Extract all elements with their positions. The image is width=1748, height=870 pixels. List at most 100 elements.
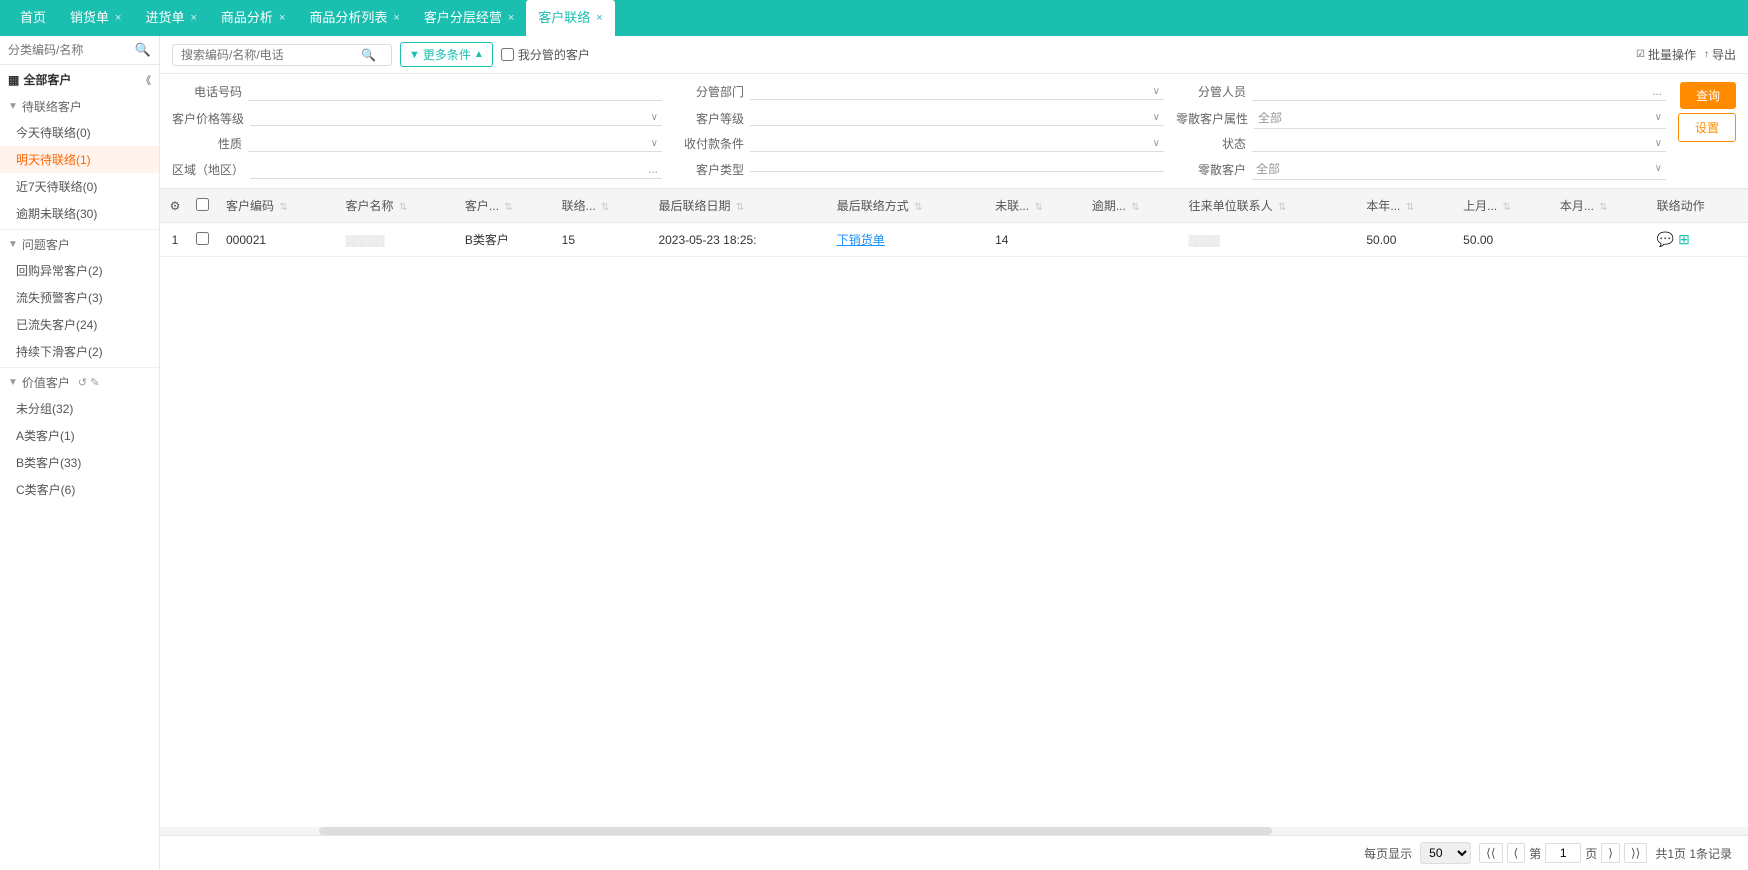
last-page-btn[interactable]: ⟩⟩	[1624, 843, 1647, 863]
col-this-month[interactable]: 本月... ⇅	[1554, 189, 1651, 223]
dept-select[interactable]: ∨	[750, 84, 1164, 100]
sidebar-item-a-class[interactable]: A类客户(1)	[0, 422, 159, 449]
col-overdue[interactable]: 逾期... ⇅	[1086, 189, 1183, 223]
sidebar-item-tomorrow[interactable]: 明天待联络(1)	[0, 146, 159, 173]
sidebar-search-wrap: 🔍	[0, 36, 159, 65]
type-sort-icon: ⇅	[504, 202, 512, 213]
sidebar-value-header[interactable]: ▼ 价值客户 ↺ ✎	[0, 370, 159, 395]
nature-select[interactable]: ∨	[248, 136, 662, 152]
sidebar-all-customer[interactable]: ▦ 全部客户 《	[0, 65, 159, 94]
search-input[interactable]	[181, 48, 361, 62]
sidebar-item-today[interactable]: 今天待联络(0)	[0, 119, 159, 146]
scroll-bar-inner[interactable]	[319, 827, 1272, 835]
search-icon[interactable]: 🔍	[361, 48, 376, 62]
select-all-checkbox[interactable]	[196, 198, 209, 211]
col-contact-person[interactable]: 往来单位联系人 ⇅	[1183, 189, 1361, 223]
filter-nature: 性质 ∨	[172, 135, 662, 152]
filter-row-4: 区域（地区） ... 客户类型	[172, 158, 1666, 180]
person-dots-icon: ...	[1652, 84, 1662, 98]
sidebar-item-b-class[interactable]: B类客户(33)	[0, 449, 159, 476]
col-customer-type[interactable]: 客户... ⇅	[459, 189, 556, 223]
col-unlink[interactable]: 未联... ⇅	[989, 189, 1086, 223]
next-page-btn[interactable]: ⟩	[1601, 843, 1620, 863]
count-sort-icon: ⇅	[601, 202, 609, 213]
pay-cond-select[interactable]: ∨	[750, 136, 1164, 152]
col-year-amount[interactable]: 本年... ⇅	[1360, 189, 1457, 223]
code-sort-icon: ⇅	[279, 202, 287, 213]
nav-purchase[interactable]: 进货单 ×	[133, 0, 208, 36]
close-analysis-list-icon[interactable]: ×	[393, 0, 399, 36]
col-last-method[interactable]: 最后联络方式 ⇅	[831, 189, 989, 223]
qr-icon[interactable]: ⊞	[1678, 231, 1690, 248]
nav-home[interactable]: 首页	[8, 0, 58, 36]
filter-btn[interactable]: ▼ 更多条件 ▲	[400, 42, 493, 67]
sidebar-search-input[interactable]	[8, 43, 135, 57]
nav-customer-contact[interactable]: 客户联络 ×	[526, 0, 614, 36]
reset-button[interactable]: 设置	[1678, 113, 1736, 142]
customer-type-select[interactable]	[750, 167, 1164, 172]
nav-analysis[interactable]: 商品分析 ×	[209, 0, 297, 36]
sidebar-item-ungroup[interactable]: 未分组(32)	[0, 395, 159, 422]
sidebar-search-icon[interactable]: 🔍	[135, 42, 151, 58]
close-purchase-icon[interactable]: ×	[190, 0, 196, 36]
sidebar-item-repurchase[interactable]: 回购异常客户(2)	[0, 257, 159, 284]
row-checkbox[interactable]	[196, 232, 209, 245]
filter-actions: 查询 设置	[1678, 82, 1736, 180]
scroll-bar-area	[160, 827, 1748, 835]
sidebar-item-c-class[interactable]: C类客户(6)	[0, 476, 159, 503]
customer-grade-select[interactable]: ∨	[750, 110, 1164, 126]
col-code[interactable]: 客户编码 ⇅	[220, 189, 339, 223]
filter-customer-type: 客户类型	[674, 161, 1164, 178]
chat-icon[interactable]: 💬	[1657, 231, 1674, 248]
close-customer-layer-icon[interactable]: ×	[508, 0, 514, 36]
filter-pay-cond: 收付款条件 ∨	[674, 135, 1164, 152]
per-page-select[interactable]: 50 100 200	[1420, 842, 1471, 864]
close-customer-contact-icon[interactable]: ×	[596, 0, 602, 36]
col-name[interactable]: 客户名称 ⇅	[339, 189, 458, 223]
person-select[interactable]: ...	[1252, 82, 1666, 101]
batch-op-btn[interactable]: ☑ 批量操作	[1636, 46, 1696, 63]
retail-attr-select[interactable]: 全部 ∨	[1254, 107, 1666, 129]
nav-customer-layer[interactable]: 客户分层经营 ×	[412, 0, 526, 36]
export-btn[interactable]: ↑ 导出	[1704, 46, 1736, 63]
date-sort-icon: ⇅	[736, 202, 744, 213]
area-select[interactable]: ...	[250, 160, 662, 179]
col-last-month[interactable]: 上月... ⇅	[1457, 189, 1554, 223]
sidebar-item-declining[interactable]: 持续下滑客户(2)	[0, 338, 159, 365]
prev-page-btn[interactable]: ⟨	[1507, 843, 1526, 863]
page-nav: ⟨⟨ ⟨ 第 页 ⟩ ⟩⟩	[1479, 843, 1647, 863]
nav-sales[interactable]: 销货单 ×	[58, 0, 133, 36]
thismonth-sort-icon: ⇅	[1599, 202, 1607, 213]
close-analysis-icon[interactable]: ×	[279, 0, 285, 36]
sidebar-pending-header[interactable]: ▼ 待联络客户	[0, 94, 159, 119]
col-contact-count[interactable]: 联络... ⇅	[556, 189, 653, 223]
close-sales-icon[interactable]: ×	[115, 0, 121, 36]
price-grade-arrow-icon: ∨	[651, 112, 658, 123]
method-sort-icon: ⇅	[914, 202, 922, 213]
my-customer-check[interactable]: 我分管的客户	[501, 46, 590, 63]
sidebar-item-churn-warning[interactable]: 流失预警客户(3)	[0, 284, 159, 311]
filter-panel: 电话号码 分管部门 ∨ 分管人员	[160, 74, 1748, 189]
sidebar-item-overdue[interactable]: 逾期未联络(30)	[0, 200, 159, 227]
first-page-btn[interactable]: ⟨⟨	[1479, 843, 1502, 863]
col-select-all[interactable]	[190, 189, 220, 223]
sidebar-item-7days[interactable]: 近7天待联络(0)	[0, 173, 159, 200]
sidebar-item-churned[interactable]: 已流失客户(24)	[0, 311, 159, 338]
page-input[interactable]	[1545, 843, 1581, 863]
price-grade-select[interactable]: ∨	[250, 110, 662, 126]
customer-grade-arrow-icon: ∨	[1153, 112, 1160, 123]
status-select[interactable]: ∨	[1252, 136, 1666, 152]
row-code: 000021	[220, 223, 339, 257]
retail-select[interactable]: 全部 ∨	[1252, 158, 1666, 180]
nav-analysis-list[interactable]: 商品分析列表 ×	[297, 0, 411, 36]
col-last-date[interactable]: 最后联络日期 ⇅	[652, 189, 830, 223]
sidebar-problem-header[interactable]: ▼ 问题客户	[0, 232, 159, 257]
my-customer-checkbox[interactable]	[501, 48, 514, 61]
row-overdue	[1086, 223, 1183, 257]
phone-input[interactable]	[248, 82, 662, 101]
nature-arrow-icon: ∨	[651, 138, 658, 149]
row-last-date: 2023-05-23 18:25:	[652, 223, 830, 257]
query-button[interactable]: 查询	[1680, 82, 1736, 109]
row-last-method[interactable]: 下销货单	[831, 223, 989, 257]
col-settings-btn[interactable]: ⚙	[160, 189, 190, 223]
